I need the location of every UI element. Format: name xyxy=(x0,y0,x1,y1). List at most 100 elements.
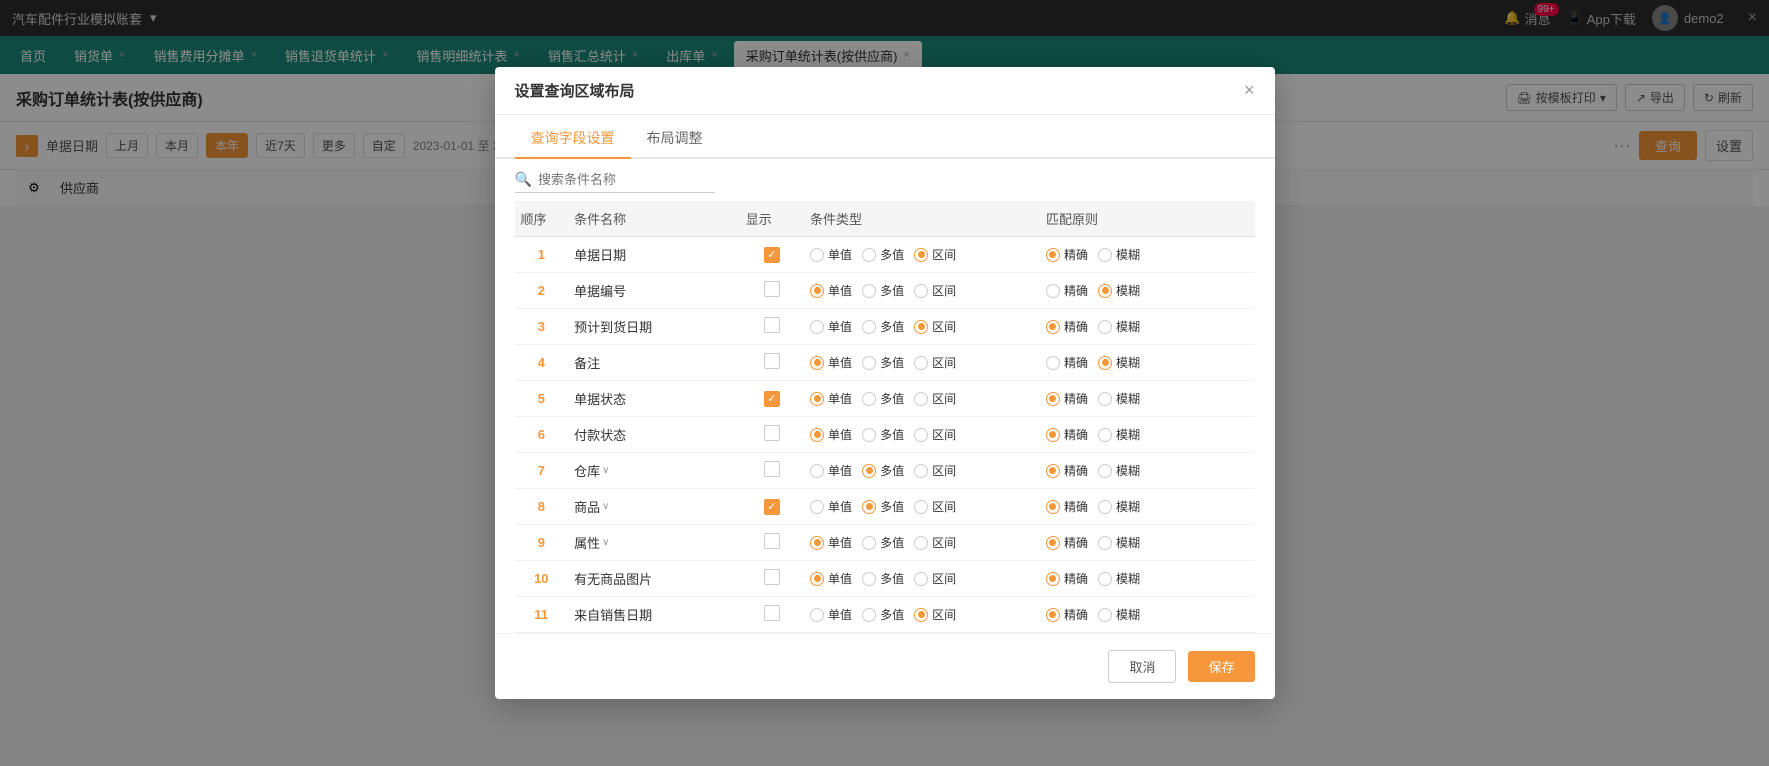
type-radio-single[interactable]: 单值 xyxy=(810,354,852,371)
table-row: 10有无商品图片单值多值区间精确模糊 xyxy=(515,561,1255,597)
type-radio-range[interactable]: 区间 xyxy=(914,318,956,335)
type-radio-single[interactable]: 单值 xyxy=(810,498,852,515)
row-match: 精确模糊 xyxy=(1040,381,1255,417)
match-radio-fuzzy-label: 模糊 xyxy=(1116,354,1140,371)
row-display[interactable] xyxy=(740,381,804,417)
match-radio-exact-label: 精确 xyxy=(1064,390,1088,407)
type-radio-single[interactable]: 单值 xyxy=(810,534,852,551)
type-radio-multi[interactable]: 多值 xyxy=(862,354,904,371)
type-radio-range-circle xyxy=(914,464,928,478)
display-checkbox[interactable] xyxy=(764,317,780,333)
row-display[interactable] xyxy=(740,597,804,633)
type-radio-multi[interactable]: 多值 xyxy=(862,606,904,623)
tab-query-fields[interactable]: 查询字段设置 xyxy=(515,119,631,159)
type-radio-range[interactable]: 区间 xyxy=(914,570,956,587)
type-radio-multi[interactable]: 多值 xyxy=(862,426,904,443)
match-radio-exact[interactable]: 精确 xyxy=(1046,318,1088,335)
row-display[interactable] xyxy=(740,453,804,489)
type-radio-multi[interactable]: 多值 xyxy=(862,318,904,335)
type-radio-range[interactable]: 区间 xyxy=(914,390,956,407)
type-radio-multi[interactable]: 多值 xyxy=(862,246,904,263)
row-display[interactable] xyxy=(740,561,804,597)
row-display[interactable] xyxy=(740,417,804,453)
match-radio-fuzzy-circle xyxy=(1098,320,1112,334)
match-radio-exact[interactable]: 精确 xyxy=(1046,390,1088,407)
tab-layout[interactable]: 布局调整 xyxy=(631,119,719,159)
row-display[interactable] xyxy=(740,309,804,345)
display-checkbox[interactable] xyxy=(764,425,780,441)
row-display[interactable] xyxy=(740,489,804,525)
match-radio-fuzzy[interactable]: 模糊 xyxy=(1098,354,1140,371)
type-radio-single[interactable]: 单值 xyxy=(810,246,852,263)
display-checkbox[interactable] xyxy=(764,461,780,477)
row-display[interactable] xyxy=(740,273,804,309)
match-radio-exact-circle xyxy=(1046,500,1060,514)
display-checkbox[interactable] xyxy=(764,247,780,263)
match-radio-fuzzy-label: 模糊 xyxy=(1116,498,1140,515)
cancel-button[interactable]: 取消 xyxy=(1108,650,1176,683)
search-input[interactable] xyxy=(538,172,698,187)
match-radio-fuzzy-label: 模糊 xyxy=(1116,570,1140,587)
match-radio-fuzzy[interactable]: 模糊 xyxy=(1098,462,1140,479)
type-radio-single-circle xyxy=(810,536,824,550)
type-radio-multi[interactable]: 多值 xyxy=(862,390,904,407)
type-radio-single[interactable]: 单值 xyxy=(810,462,852,479)
type-radio-single[interactable]: 单值 xyxy=(810,606,852,623)
display-checkbox[interactable] xyxy=(764,281,780,297)
match-radio-exact[interactable]: 精确 xyxy=(1046,570,1088,587)
match-radio-fuzzy[interactable]: 模糊 xyxy=(1098,570,1140,587)
type-radio-range[interactable]: 区间 xyxy=(914,606,956,623)
modal-title: 设置查询区域布局 xyxy=(515,80,635,101)
match-radio-exact-circle xyxy=(1046,320,1060,334)
type-radio-single[interactable]: 单值 xyxy=(810,390,852,407)
type-radio-range[interactable]: 区间 xyxy=(914,354,956,371)
row-display[interactable] xyxy=(740,237,804,273)
match-radio-fuzzy[interactable]: 模糊 xyxy=(1098,534,1140,551)
match-radio-fuzzy[interactable]: 模糊 xyxy=(1098,426,1140,443)
save-button[interactable]: 保存 xyxy=(1188,651,1254,682)
row-name: 单据状态 xyxy=(568,381,740,417)
display-checkbox[interactable] xyxy=(764,499,780,515)
type-radio-multi[interactable]: 多值 xyxy=(862,570,904,587)
display-checkbox[interactable] xyxy=(764,533,780,549)
match-radio-fuzzy[interactable]: 模糊 xyxy=(1098,318,1140,335)
display-checkbox[interactable] xyxy=(764,569,780,585)
type-radio-multi[interactable]: 多值 xyxy=(862,462,904,479)
match-radio-exact[interactable]: 精确 xyxy=(1046,354,1088,371)
match-radio-exact[interactable]: 精确 xyxy=(1046,246,1088,263)
display-checkbox[interactable] xyxy=(764,605,780,621)
type-radio-single[interactable]: 单值 xyxy=(810,570,852,587)
match-radio-fuzzy[interactable]: 模糊 xyxy=(1098,498,1140,515)
type-radio-range[interactable]: 区间 xyxy=(914,498,956,515)
match-radio-fuzzy[interactable]: 模糊 xyxy=(1098,282,1140,299)
match-radio-fuzzy[interactable]: 模糊 xyxy=(1098,390,1140,407)
type-radio-range[interactable]: 区间 xyxy=(914,246,956,263)
type-radio-range[interactable]: 区间 xyxy=(914,282,956,299)
match-radio-fuzzy[interactable]: 模糊 xyxy=(1098,606,1140,623)
type-radio-multi[interactable]: 多值 xyxy=(862,534,904,551)
match-radio-exact[interactable]: 精确 xyxy=(1046,606,1088,623)
type-radio-multi[interactable]: 多值 xyxy=(862,282,904,299)
type-radio-single[interactable]: 单值 xyxy=(810,318,852,335)
row-display[interactable] xyxy=(740,525,804,561)
match-radio-exact[interactable]: 精确 xyxy=(1046,426,1088,443)
type-radio-single[interactable]: 单值 xyxy=(810,282,852,299)
match-radio-exact[interactable]: 精确 xyxy=(1046,498,1088,515)
match-radio-fuzzy-label: 模糊 xyxy=(1116,246,1140,263)
display-checkbox[interactable] xyxy=(764,353,780,369)
type-radio-range[interactable]: 区间 xyxy=(914,534,956,551)
type-radio-range[interactable]: 区间 xyxy=(914,426,956,443)
match-radio-exact[interactable]: 精确 xyxy=(1046,534,1088,551)
row-order: 8 xyxy=(515,489,569,525)
type-radio-range[interactable]: 区间 xyxy=(914,462,956,479)
type-radio-range-circle xyxy=(914,608,928,622)
type-radio-single[interactable]: 单值 xyxy=(810,426,852,443)
match-radio-exact[interactable]: 精确 xyxy=(1046,282,1088,299)
match-radio-fuzzy[interactable]: 模糊 xyxy=(1098,246,1140,263)
match-radio-exact-circle xyxy=(1046,536,1060,550)
match-radio-exact[interactable]: 精确 xyxy=(1046,462,1088,479)
display-checkbox[interactable] xyxy=(764,391,780,407)
row-display[interactable] xyxy=(740,345,804,381)
type-radio-multi[interactable]: 多值 xyxy=(862,498,904,515)
modal-close-button[interactable]: × xyxy=(1244,80,1255,101)
